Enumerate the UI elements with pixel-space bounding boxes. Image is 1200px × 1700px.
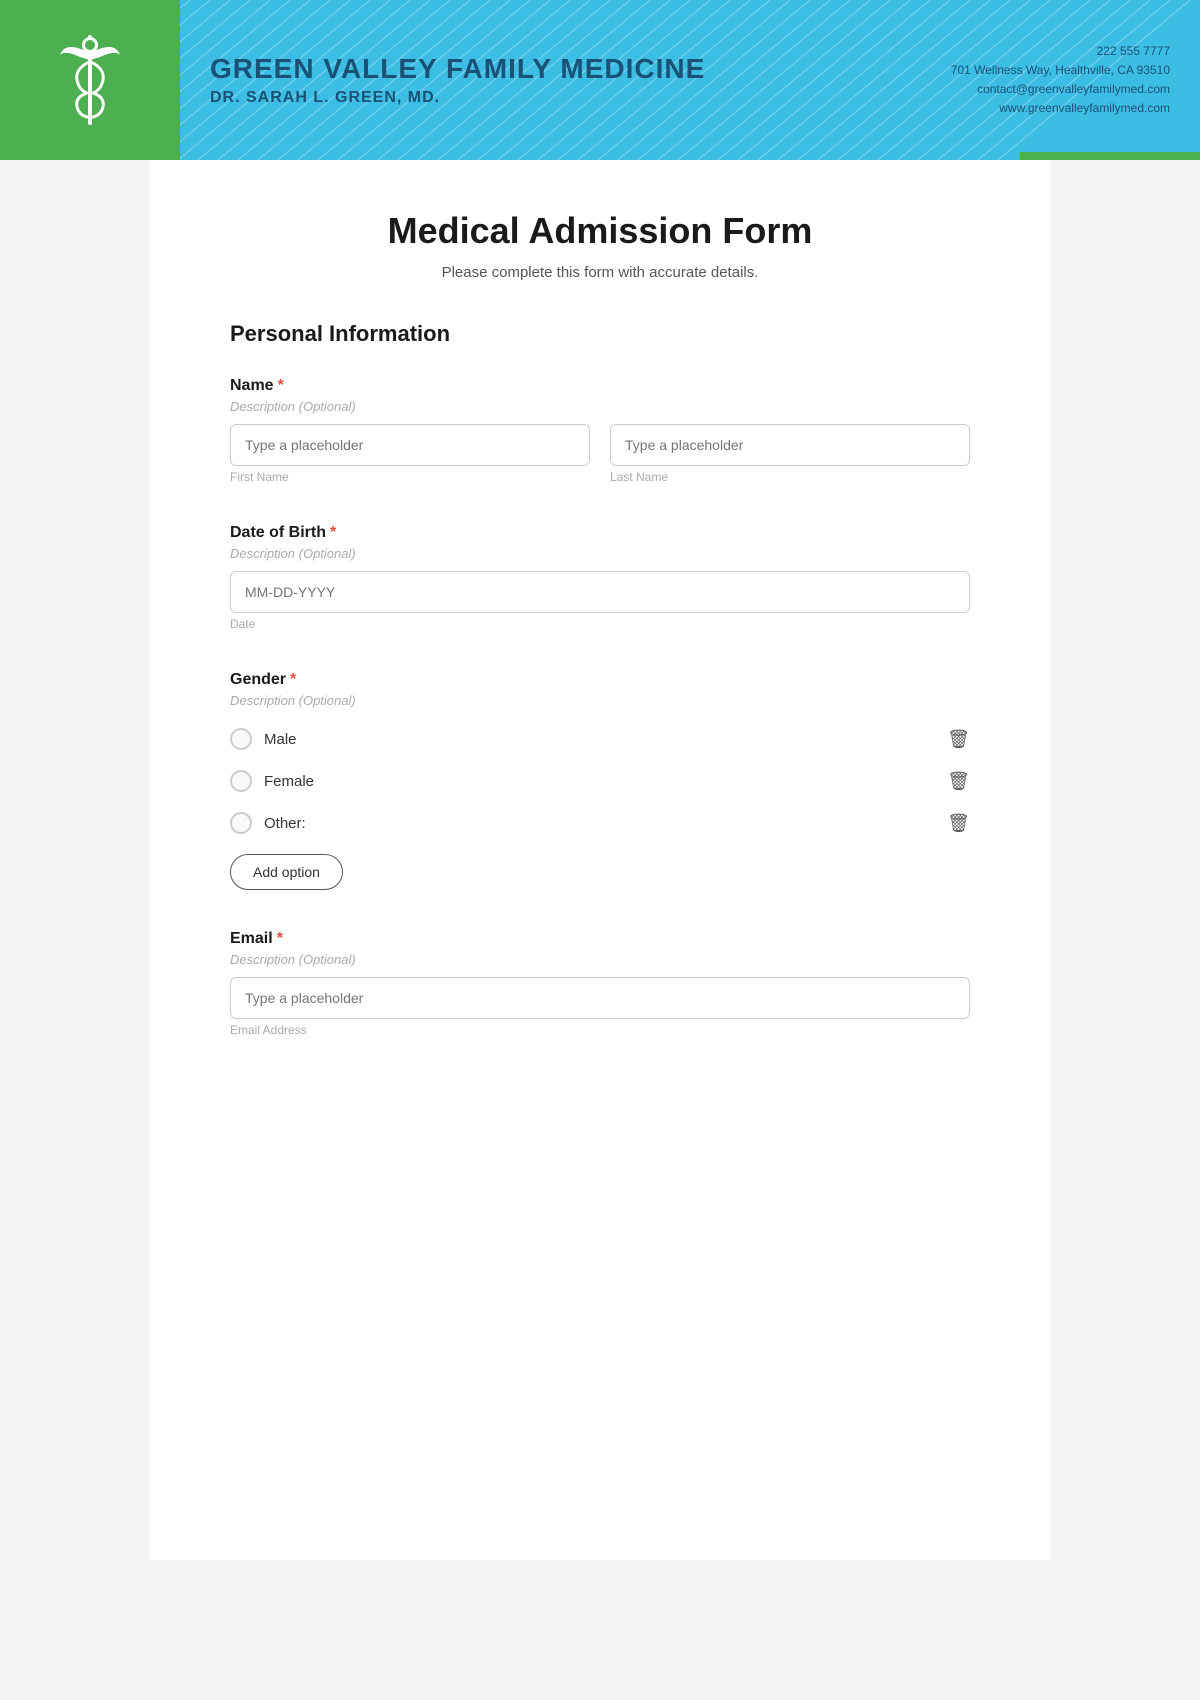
email-sublabel: Email Address xyxy=(230,1023,970,1037)
dob-wrapper: Date xyxy=(230,571,970,631)
doctor-name: DR. SARAH L. GREEN, MD. xyxy=(210,89,891,107)
field-group-gender: Gender* Description (Optional) Male 🗑 Fe… xyxy=(230,671,970,890)
clinic-title-block: GREEN VALLEY FAMILY MEDICINE DR. SARAH L… xyxy=(180,53,921,107)
field-group-email: Email* Description (Optional) Email Addr… xyxy=(230,930,970,1037)
field-group-dob: Date of Birth* Description (Optional) Da… xyxy=(230,524,970,631)
delete-female-icon[interactable]: 🗑 xyxy=(947,771,970,792)
dob-description: Description (Optional) xyxy=(230,546,970,561)
email-label: Email* xyxy=(230,930,970,948)
form-subtitle: Please complete this form with accurate … xyxy=(230,264,970,281)
clinic-logo-box xyxy=(0,0,180,160)
name-description: Description (Optional) xyxy=(230,399,970,414)
clinic-address: 701 Wellness Way, Healthville, CA 93510 xyxy=(951,61,1170,80)
clinic-email: contact@greenvalleyfamilymed.com xyxy=(951,80,1170,99)
email-wrapper: Email Address xyxy=(230,977,970,1037)
email-input[interactable] xyxy=(230,977,970,1019)
field-group-name: Name* Description (Optional) First Name … xyxy=(230,377,970,484)
dob-label: Date of Birth* xyxy=(230,524,970,542)
add-option-button[interactable]: Add option xyxy=(230,854,343,890)
radio-other-circle[interactable] xyxy=(230,812,252,834)
header: GREEN VALLEY FAMILY MEDICINE DR. SARAH L… xyxy=(0,0,1200,160)
gender-label: Gender* xyxy=(230,671,970,689)
caduceus-icon xyxy=(45,25,135,135)
clinic-name: GREEN VALLEY FAMILY MEDICINE xyxy=(210,53,891,85)
email-required-marker: * xyxy=(277,930,283,947)
dob-input-row: Date xyxy=(230,571,970,631)
radio-female-circle[interactable] xyxy=(230,770,252,792)
last-name-input[interactable] xyxy=(610,424,970,466)
clinic-website: www.greenvalleyfamilymed.com xyxy=(951,99,1170,118)
contact-block: 222 555 7777 701 Wellness Way, Healthvil… xyxy=(921,42,1200,119)
name-input-row: First Name Last Name xyxy=(230,424,970,484)
first-name-wrapper: First Name xyxy=(230,424,590,484)
gender-required-marker: * xyxy=(290,671,296,688)
form-title: Medical Admission Form xyxy=(230,210,970,252)
email-input-row: Email Address xyxy=(230,977,970,1037)
radio-male-label: Male xyxy=(264,731,297,748)
last-name-sublabel: Last Name xyxy=(610,470,970,484)
gender-description: Description (Optional) xyxy=(230,693,970,708)
first-name-input[interactable] xyxy=(230,424,590,466)
dob-sublabel: Date xyxy=(230,617,970,631)
last-name-wrapper: Last Name xyxy=(610,424,970,484)
first-name-sublabel: First Name xyxy=(230,470,590,484)
radio-other-label: Other: xyxy=(264,815,306,832)
dob-input[interactable] xyxy=(230,571,970,613)
radio-female-label: Female xyxy=(264,773,314,790)
green-accent-bar xyxy=(1020,152,1200,160)
radio-male-circle[interactable] xyxy=(230,728,252,750)
gender-option-male: Male 🗑 xyxy=(230,718,970,760)
gender-option-other: Other: 🗑 xyxy=(230,802,970,844)
clinic-phone: 222 555 7777 xyxy=(951,42,1170,61)
section-personal-info: Personal Information xyxy=(230,321,970,347)
delete-other-icon[interactable]: 🗑 xyxy=(947,813,970,834)
delete-male-icon[interactable]: 🗑 xyxy=(947,729,970,750)
dob-required-marker: * xyxy=(330,524,336,541)
name-required-marker: * xyxy=(278,377,284,394)
name-label: Name* xyxy=(230,377,970,395)
gender-option-female: Female 🗑 xyxy=(230,760,970,802)
email-description: Description (Optional) xyxy=(230,952,970,967)
form-content: Medical Admission Form Please complete t… xyxy=(150,160,1050,1560)
